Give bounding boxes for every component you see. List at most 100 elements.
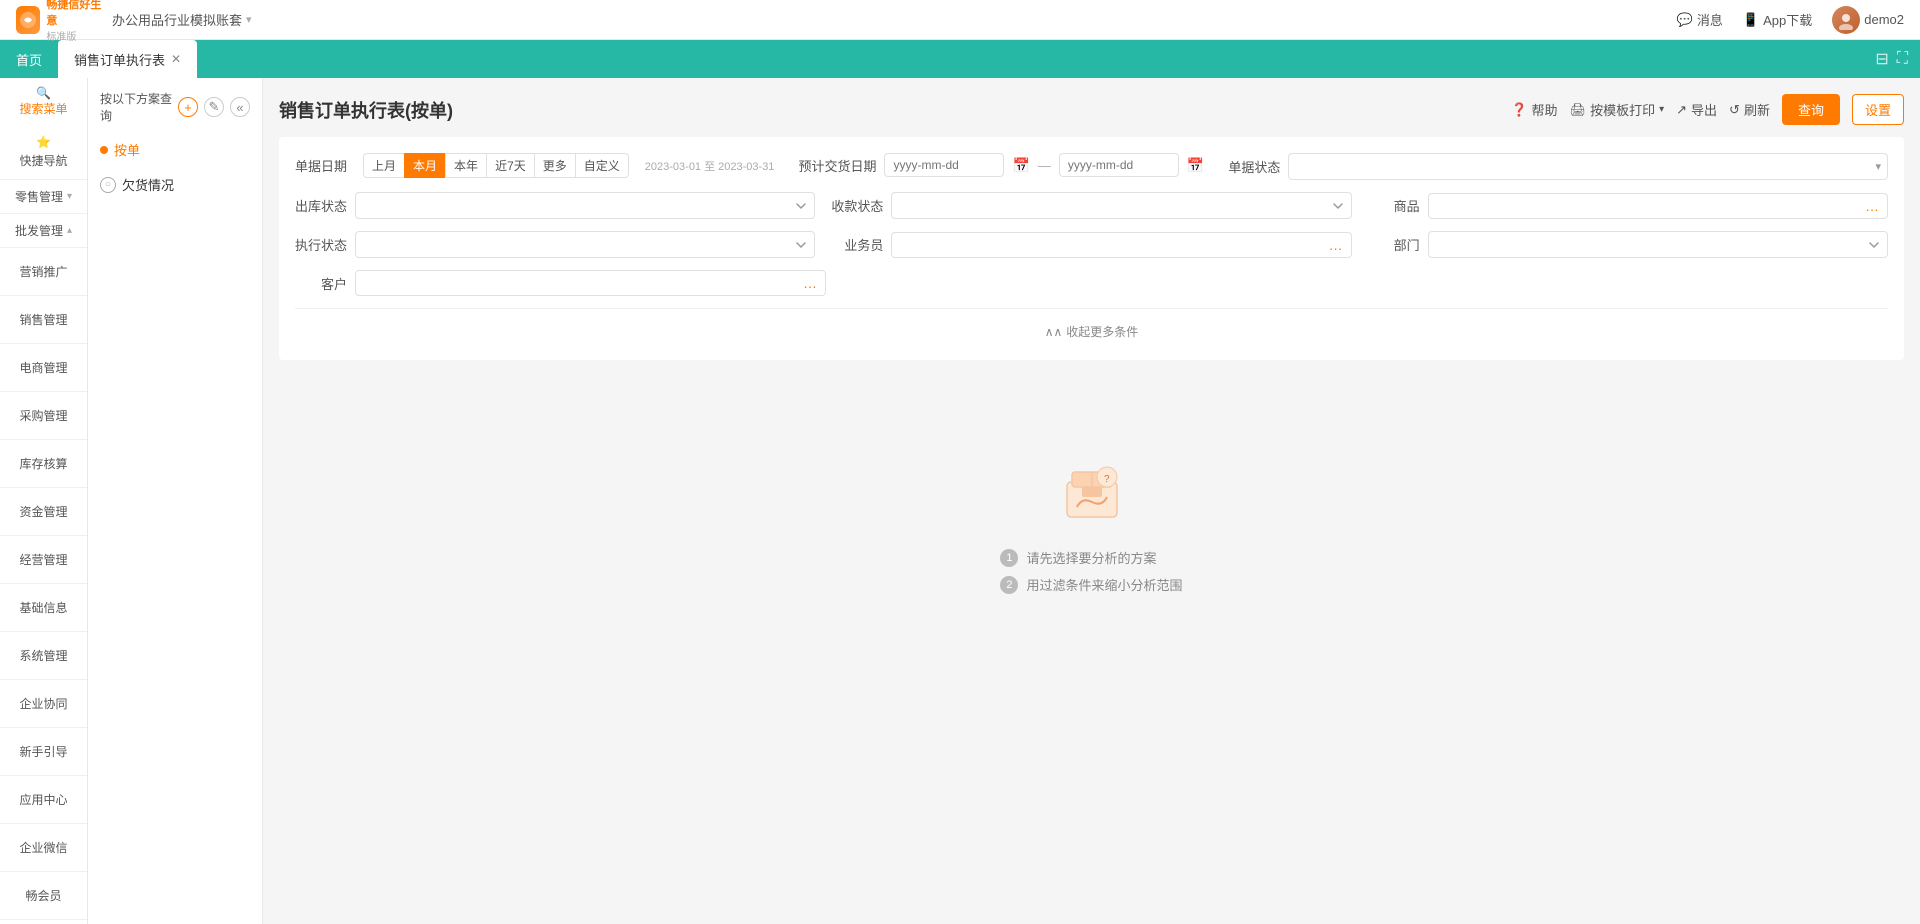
search-button[interactable]: 查询 [1782, 94, 1840, 125]
product-label: 商品 [1368, 196, 1420, 215]
sidebar-item-newbie[interactable]: 新手引导 [0, 728, 87, 776]
breadcrumb-text: 办公用品行业模拟账套 [112, 10, 242, 29]
customer-dots-icon[interactable]: … [803, 275, 817, 291]
sales-rep-input[interactable] [900, 237, 1328, 252]
sidebar-item-inventory[interactable]: 库存核算 [0, 440, 87, 488]
sidebar-item-retail[interactable]: 零售管理 ▾ [0, 180, 87, 214]
scheme-circle-icon: ○ [100, 177, 116, 193]
settings-button[interactable]: 设置 [1852, 94, 1904, 125]
scheme-item-欠货情况[interactable]: ○ 欠货情况 [88, 167, 262, 202]
product-input[interactable] [1437, 198, 1865, 213]
scheme-active-dot [100, 146, 108, 154]
exec-status-input-wrap [355, 231, 815, 258]
customer-input[interactable] [364, 276, 803, 291]
tab-close-icon[interactable]: ✕ [171, 52, 181, 66]
collect-status-select[interactable] [891, 192, 1351, 219]
tab-sales-exec[interactable]: 销售订单执行表 ✕ [58, 40, 197, 78]
print-icon: 🖨 [1570, 102, 1587, 118]
main-content: 销售订单执行表(按单) ❓ 帮助 🖨 按模板打印 ▾ ↗ 导出 ↺ 刷新 [263, 78, 1920, 924]
customer-input-wrap: … [355, 270, 826, 296]
forecast-start-cal-icon[interactable]: 📅 [1012, 157, 1029, 174]
filter-row-3: 执行状态 业务员 … 部门 [295, 231, 1888, 258]
product-input-wrap: … [1428, 193, 1888, 219]
print-chevron-icon: ▾ [1659, 104, 1664, 115]
tab-bar: 首页 销售订单执行表 ✕ ⊟ ⛶ [0, 40, 1920, 78]
date-btn-custom[interactable]: 自定义 [575, 153, 629, 178]
doc-status-group: 单据状态 ▾ [1228, 153, 1888, 180]
dept-label: 部门 [1368, 235, 1420, 254]
left-panel-header: 按以下方案查询 + ✎ « [88, 90, 262, 132]
step-2-num: 2 [1000, 576, 1018, 594]
logo-icon [16, 6, 40, 34]
header-breadcrumb[interactable]: 办公用品行业模拟账套 ▾ [104, 10, 1677, 29]
stock-status-group: 出库状态 [295, 192, 815, 219]
date-label: 单据日期 [295, 156, 347, 175]
stock-status-select[interactable] [355, 192, 815, 219]
date-btn-more[interactable]: 更多 [534, 153, 575, 178]
forecast-date-group: 预计交货日期 📅 — 📅 [798, 153, 1204, 177]
date-btn-7days[interactable]: 近7天 [486, 153, 534, 178]
collapse-button[interactable]: ∧∧ 收起更多条件 [295, 319, 1888, 344]
date-btn-last-month[interactable]: 上月 [363, 153, 404, 178]
help-button[interactable]: ❓ 帮助 [1511, 100, 1557, 119]
sidebar-item-enterprise[interactable]: 企业协同 [0, 680, 87, 728]
sidebar-item-ecommerce[interactable]: 电商管理 [0, 344, 87, 392]
date-btn-this-year[interactable]: 本年 [445, 153, 486, 178]
forecast-end-input[interactable] [1059, 153, 1179, 177]
tab-fullscreen-icon[interactable]: ⛶ [1897, 50, 1908, 68]
print-button[interactable]: 🖨 按模板打印 ▾ [1570, 100, 1665, 119]
doc-status-arrow-icon: ▾ [1869, 160, 1887, 173]
refresh-icon: ↺ [1729, 102, 1740, 118]
scheme-item-按单[interactable]: 按单 [88, 132, 262, 167]
left-panel-icons: + ✎ « [178, 97, 250, 117]
date-range-text: 2023-03-01 至 2023-03-31 [645, 158, 775, 180]
sidebar-item-finance[interactable]: 资金管理 [0, 488, 87, 536]
user-menu-button[interactable]: demo2 [1832, 6, 1904, 34]
sidebar-item-purchase[interactable]: 采购管理 [0, 392, 87, 440]
app-layout: 🔍 搜索菜单 ⭐ 快捷导航 零售管理 ▾ 批发管理 ▴ 营销推广 销售管理 电商… [0, 78, 1920, 924]
message-icon: 💬 [1677, 12, 1693, 28]
empty-step-1: 1 请先选择要分析的方案 [1000, 548, 1182, 567]
date-btn-this-month[interactable]: 本月 [404, 153, 445, 178]
exec-status-select[interactable] [355, 231, 815, 258]
filter-row-2: 出库状态 收款状态 商品 [295, 192, 1888, 219]
exec-status-group: 执行状态 [295, 231, 815, 258]
forecast-end-cal-icon[interactable]: 📅 [1187, 157, 1204, 174]
collapse-row: ∧∧ 收起更多条件 [295, 308, 1888, 344]
customer-label: 客户 [295, 274, 347, 293]
sidebar-item-marketing[interactable]: 营销推广 [0, 248, 87, 296]
sidebar-item-operation[interactable]: 经营管理 [0, 536, 87, 584]
sidebar-item-appstore[interactable]: 应用中心 [0, 776, 87, 824]
sidebar-item-sales[interactable]: 销售管理 [0, 296, 87, 344]
sidebar-item-wholesale[interactable]: 批发管理 ▴ [0, 214, 87, 248]
help-icon: ❓ [1511, 102, 1527, 118]
message-button[interactable]: 💬 消息 [1677, 10, 1723, 29]
export-button[interactable]: ↗ 导出 [1676, 100, 1717, 119]
collapse-panel-button[interactable]: « [230, 97, 250, 117]
sales-rep-dots-icon[interactable]: … [1329, 237, 1343, 253]
tab-bar-actions: ⊟ ⛶ [1875, 49, 1920, 69]
edit-scheme-button[interactable]: ✎ [204, 97, 224, 117]
avatar [1832, 6, 1860, 34]
sidebar-search[interactable]: 🔍 搜索菜单 [0, 78, 87, 125]
doc-status-select[interactable] [1289, 154, 1869, 179]
app-download-button[interactable]: 📱 App下载 [1743, 10, 1812, 29]
empty-step-2: 2 用过滤条件来缩小分析范围 [1000, 575, 1182, 594]
add-scheme-button[interactable]: + [178, 97, 198, 117]
breadcrumb-chevron-icon: ▾ [246, 13, 252, 26]
sidebar-item-wechat[interactable]: 企业微信 [0, 824, 87, 872]
product-dots-icon[interactable]: … [1865, 198, 1879, 214]
forecast-start-input[interactable] [884, 153, 1004, 177]
tab-minimize-icon[interactable]: ⊟ [1875, 49, 1888, 69]
tab-home[interactable]: 首页 [0, 40, 58, 78]
sidebar-item-basic[interactable]: 基础信息 [0, 584, 87, 632]
sidebar-item-member[interactable]: 畅会员 [0, 872, 87, 920]
collapse-icon: ∧∧ [1045, 325, 1063, 339]
refresh-button[interactable]: ↺ 刷新 [1729, 100, 1770, 119]
sidebar-item-shortcut[interactable]: ⭐ 快捷导航 [0, 125, 87, 180]
dept-select[interactable] [1428, 231, 1888, 258]
logo-area: 畅捷信好生意 标准版 [16, 0, 104, 43]
app-icon: 📱 [1743, 12, 1759, 28]
sidebar-item-system[interactable]: 系统管理 [0, 632, 87, 680]
collect-status-group: 收款状态 [831, 192, 1351, 219]
